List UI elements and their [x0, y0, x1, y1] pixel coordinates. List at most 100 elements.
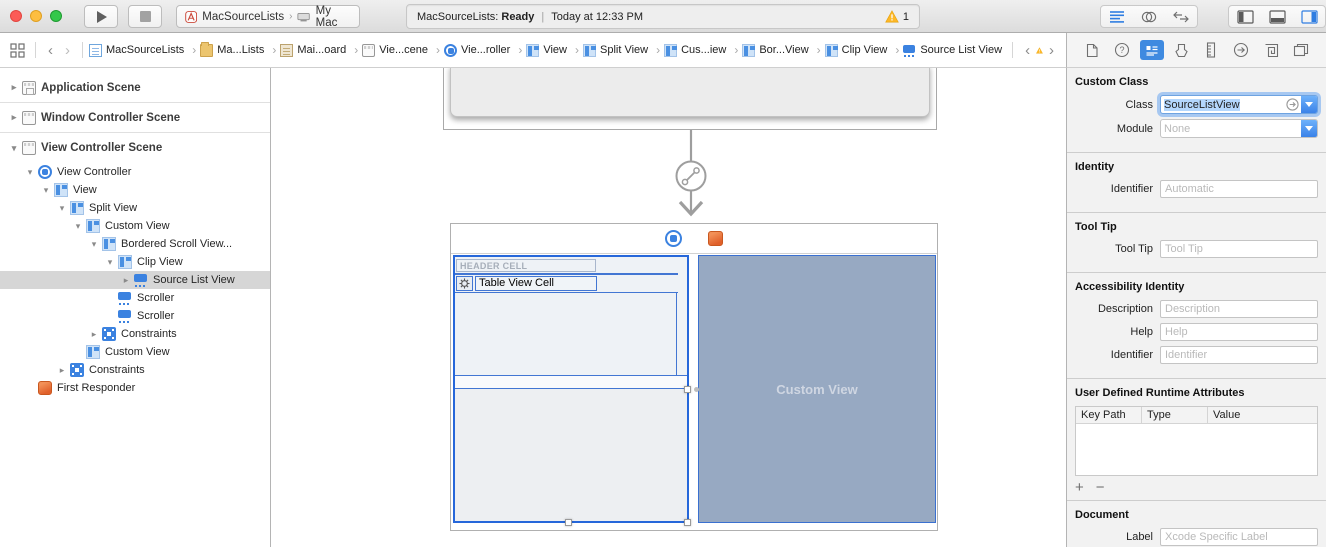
standard-editor-button[interactable] — [1101, 6, 1133, 27]
outline-row-first-responder[interactable]: First Responder — [0, 379, 270, 397]
outline-row-constraints-2[interactable]: Constraints — [0, 361, 270, 379]
outline-row-custom-view[interactable]: Custom View — [0, 217, 270, 235]
outline-row-split-view[interactable]: Split View — [0, 199, 270, 217]
view-effects-inspector-tab[interactable] — [1289, 40, 1313, 60]
source-list-view-selected[interactable]: HEADER CELL Table View Cell — [453, 255, 689, 523]
warning-icon[interactable] — [1036, 44, 1043, 57]
jumpbar-item-clip-view[interactable]: Clip View — [825, 43, 904, 57]
version-editor-button[interactable] — [1165, 6, 1197, 27]
table-header-cell[interactable]: HEADER CELL — [456, 259, 596, 272]
outline-row-scroller[interactable]: Scroller — [0, 289, 270, 307]
navigator-panel-button[interactable] — [1229, 6, 1261, 27]
disclosure-triangle-icon[interactable] — [23, 167, 37, 178]
jumpbar-item-custom-view[interactable]: Cus...iew — [664, 43, 742, 57]
window-scene-frame[interactable] — [443, 68, 937, 130]
disclosure-triangle-icon[interactable] — [7, 112, 21, 123]
attributes-inspector-icon — [1174, 43, 1189, 58]
table-view-cell-text[interactable]: Table View Cell — [475, 276, 597, 291]
scheme-device: My Mac — [316, 5, 351, 29]
attributes-inspector-tab[interactable] — [1170, 40, 1194, 60]
jumpbar-item-scroll-view[interactable]: Bor...View — [742, 43, 824, 57]
outline-row-view[interactable]: View — [0, 181, 270, 199]
connections-inspector-tab[interactable] — [1229, 40, 1253, 60]
outline-row-view-controller[interactable]: View Controller — [0, 163, 270, 181]
size-inspector-tab[interactable] — [1199, 40, 1223, 60]
remove-attribute-button[interactable]: − — [1096, 482, 1105, 494]
outline-row-window-controller-scene[interactable]: Window Controller Scene — [0, 103, 270, 133]
outline-row-application-scene[interactable]: Application Scene — [0, 73, 270, 103]
disclosure-triangle-icon[interactable] — [55, 203, 69, 214]
jumpbar-item-split-view[interactable]: Split View — [583, 43, 664, 57]
table-view-cell-row[interactable]: Table View Cell — [455, 274, 678, 293]
zoom-icon[interactable] — [50, 10, 62, 22]
back-button[interactable]: ‹ — [42, 43, 59, 58]
inspector-panel-button[interactable] — [1293, 6, 1325, 27]
runtime-attributes-table[interactable]: Key Path Type Value — [1075, 406, 1318, 476]
outline-row-constraints[interactable]: Constraints — [0, 325, 270, 343]
module-combo-box[interactable]: None — [1160, 119, 1318, 138]
source-list-lower-pane[interactable] — [455, 389, 687, 521]
issue-badge[interactable]: 1 — [885, 10, 909, 23]
disclosure-triangle-icon[interactable] — [119, 275, 133, 286]
tooltip-field[interactable] — [1160, 240, 1318, 258]
view-controller-badge-icon[interactable] — [665, 230, 682, 247]
outline-row-clip-view[interactable]: Clip View — [0, 253, 270, 271]
debug-area-button[interactable] — [1261, 6, 1293, 27]
class-combo-box[interactable]: SourceListView — [1160, 95, 1318, 114]
stop-button[interactable] — [128, 5, 162, 28]
first-responder-cube-icon[interactable] — [708, 231, 723, 246]
view-controller-canvas[interactable]: HEADER CELL Table View Cell — [450, 223, 938, 531]
minimize-icon[interactable] — [30, 10, 42, 22]
jumpbar-item-storyboard[interactable]: Mai...oard — [280, 43, 362, 57]
interface-builder-canvas[interactable]: HEADER CELL Table View Cell — [272, 68, 1066, 547]
previous-issue-button[interactable]: ‹ — [1019, 43, 1036, 58]
jumpbar-item-scene[interactable]: Vie...cene — [362, 43, 444, 57]
scheme-selector[interactable]: MacSourceLists › My Mac — [176, 5, 360, 28]
disclosure-triangle-icon[interactable] — [87, 329, 101, 340]
jumpbar-item-view-controller[interactable]: Vie...roller — [444, 43, 526, 57]
disclosure-triangle-icon[interactable] — [103, 257, 117, 268]
cell-image-well[interactable] — [456, 276, 473, 291]
jumpbar-item-group[interactable]: Ma...Lists — [200, 43, 280, 57]
document-label-field[interactable] — [1160, 528, 1318, 546]
disclosure-triangle-icon[interactable] — [55, 365, 69, 376]
module-dropdown-button[interactable] — [1301, 120, 1317, 137]
split-divider-gap[interactable] — [455, 376, 687, 388]
resize-handle-right[interactable] — [684, 386, 691, 393]
class-dropdown-button[interactable] — [1301, 96, 1317, 113]
custom-view-pane[interactable]: Custom View — [698, 255, 936, 523]
identity-inspector-tab[interactable] — [1140, 40, 1164, 60]
window-mock[interactable] — [450, 68, 930, 117]
close-icon[interactable] — [10, 10, 22, 22]
next-issue-button[interactable]: › — [1043, 43, 1060, 58]
quick-help-inspector-tab[interactable]: ? — [1110, 40, 1134, 60]
jumpbar-item-source-list-view[interactable]: Source List View — [903, 44, 1006, 57]
disclosure-triangle-icon[interactable] — [71, 221, 85, 232]
disclosure-triangle-icon[interactable] — [7, 143, 21, 154]
resize-handle-bottom[interactable] — [565, 519, 572, 526]
file-inspector-tab[interactable] — [1080, 40, 1104, 60]
disclosure-triangle-icon[interactable] — [39, 185, 53, 196]
identifier-field[interactable] — [1160, 180, 1318, 198]
jumpbar-item-project[interactable]: MacSourceLists — [89, 43, 200, 57]
jumpbar-item-view[interactable]: View — [526, 43, 583, 57]
forward-button[interactable]: › — [59, 43, 76, 58]
outline-row-scroller[interactable]: Scroller — [0, 307, 270, 325]
accessibility-identifier-field[interactable] — [1160, 346, 1318, 364]
outline-row-custom-view-2[interactable]: Custom View — [0, 343, 270, 361]
description-field[interactable] — [1160, 300, 1318, 318]
help-field[interactable] — [1160, 323, 1318, 341]
outline-row-view-controller-scene[interactable]: View Controller Scene — [0, 133, 270, 163]
assistant-editor-button[interactable] — [1133, 6, 1165, 27]
jump-to-class-icon[interactable] — [1286, 98, 1299, 111]
outline-row-bordered-scroll-view[interactable]: Bordered Scroll View... — [0, 235, 270, 253]
resize-handle-bottom-right[interactable] — [684, 519, 691, 526]
add-attribute-button[interactable]: + — [1075, 482, 1084, 494]
disclosure-triangle-icon[interactable] — [7, 82, 21, 93]
bindings-inspector-tab[interactable] — [1259, 40, 1283, 60]
run-button[interactable] — [84, 5, 118, 28]
segue-arrow[interactable] — [659, 130, 723, 226]
outline-row-source-list-view[interactable]: Source List View — [0, 271, 270, 289]
related-items-button[interactable] — [6, 43, 29, 58]
disclosure-triangle-icon[interactable] — [87, 239, 101, 250]
